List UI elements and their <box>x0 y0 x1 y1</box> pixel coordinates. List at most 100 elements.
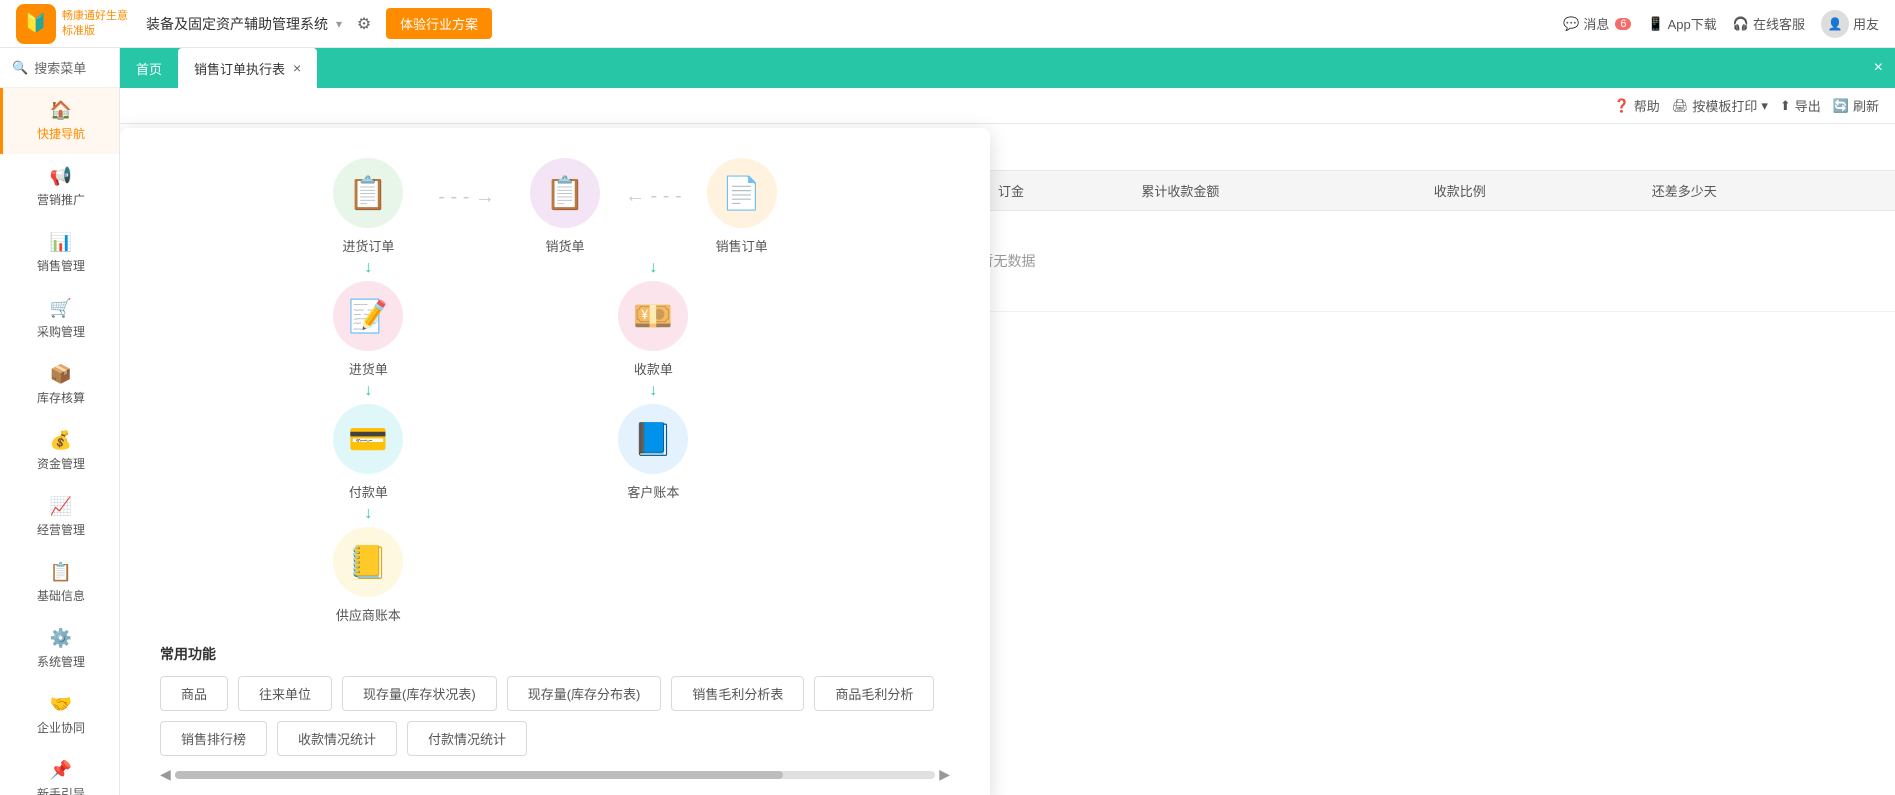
flow-item-sales-slip: 📋 销货单 <box>530 158 600 255</box>
purchase-slip-label: 进货单 <box>349 359 388 378</box>
trial-button[interactable]: 体验行业方案 <box>386 8 492 39</box>
settings-button[interactable]: ⚙ <box>350 10 378 38</box>
flow-item-purchase-order: 📋 进货订单 <box>333 158 403 255</box>
marketing-icon: 📢 <box>50 166 72 187</box>
message-icon: 💬 <box>1563 16 1579 32</box>
flow-item-sales-order: 📄 销售订单 <box>707 158 777 255</box>
sidebar-item-collaboration[interactable]: 🤝 企业协同 <box>0 682 119 748</box>
arrow-down-5: ↓ <box>649 382 657 400</box>
home-icon: 🏠 <box>50 100 72 121</box>
sidebar-item-management[interactable]: 📈 经营管理 <box>0 484 119 550</box>
sales-slip-icon: 📋 <box>530 158 600 228</box>
service-icon: 🎧 <box>1733 16 1749 32</box>
common-buttons-row2: 销售排行榜 收款情况统计 付款情况统计 <box>160 721 950 756</box>
download-icon: 📱 <box>1647 16 1663 32</box>
inventory-icon: 📦 <box>50 364 72 385</box>
tab-home[interactable]: 首页 <box>120 48 178 88</box>
common-btn-stock-dist[interactable]: 现存量(库存分布表) <box>507 676 662 711</box>
search-menu[interactable]: 🔍 搜索菜单 <box>0 48 119 88</box>
supplier-book-label: 供应商账本 <box>336 605 401 624</box>
header-right: 💬 消息 6 📱 App下载 🎧 在线客服 👤 用友 <box>1563 10 1879 38</box>
sidebar-item-marketing[interactable]: 📢 营销推广 <box>0 154 119 220</box>
purchase-order-icon: 📋 <box>333 158 403 228</box>
arrow-down-2: ↓ <box>364 382 372 400</box>
tab-bar: 首页 销售订单执行表 × × <box>120 48 1895 88</box>
flow-item-payment: 💳 付款单 <box>333 404 403 501</box>
sidebar-item-quick-nav[interactable]: 🏠 快捷导航 <box>0 88 119 154</box>
arrow-right-dashed: - - - → <box>438 186 495 209</box>
message-badge: 6 <box>1615 18 1631 30</box>
customer-book-icon: 📘 <box>618 404 688 474</box>
flow-item-customer-book: 📘 客户账本 <box>618 404 688 501</box>
sidebar: 🔍 搜索菜单 🏠 快捷导航 📢 营销推广 📊 销售管理 🛒 采购管理 📦 <box>0 48 120 795</box>
customer-book-label: 客户账本 <box>627 482 679 501</box>
online-service-button[interactable]: 🎧 在线客服 <box>1733 14 1805 33</box>
scroll-right-icon[interactable]: ▶ <box>939 766 950 783</box>
common-btn-product[interactable]: 商品 <box>160 676 228 711</box>
purchase-icon: 🛒 <box>50 298 72 319</box>
sidebar-item-basic-info[interactable]: 📋 基础信息 <box>0 550 119 616</box>
sidebar-item-system[interactable]: ⚙️ 系统管理 <box>0 616 119 682</box>
logo-icon: 🔰 <box>16 4 56 44</box>
flow-item-supplier-book: 📒 供应商账本 <box>333 527 403 624</box>
common-functions-title: 常用功能 <box>160 644 950 664</box>
user-menu[interactable]: 👤 用友 <box>1821 10 1879 38</box>
tab-sales-order[interactable]: 销售订单执行表 × <box>178 48 317 88</box>
logo-area: 🔰 畅康通好生意 标准版 <box>16 4 136 44</box>
purchase-slip-icon: 📝 <box>333 281 403 351</box>
sidebar-item-inventory[interactable]: 📦 库存核算 <box>0 352 119 418</box>
common-btn-partner[interactable]: 往来单位 <box>238 676 332 711</box>
modal-scrollbar: ◀ ▶ <box>160 766 950 783</box>
management-icon: 📈 <box>50 496 72 517</box>
page-content: ❓ 帮助 🖨 按模板打印 ▾ ⬆ 导出 🔄 刷新 <box>120 88 1895 795</box>
sidebar-item-sales[interactable]: 📊 销售管理 <box>0 220 119 286</box>
common-btn-stock-status[interactable]: 现存量(库存状况表) <box>342 676 497 711</box>
dropdown-arrow-icon[interactable]: ▾ <box>336 17 342 31</box>
common-btn-payment-stats[interactable]: 付款情况统计 <box>407 721 527 756</box>
arrow-left-dashed: ← - - - <box>625 185 682 208</box>
sidebar-item-finance[interactable]: 💰 资金管理 <box>0 418 119 484</box>
search-icon: 🔍 <box>12 60 28 76</box>
purchase-order-label: 进货订单 <box>342 236 394 255</box>
sales-order-label: 销售订单 <box>716 236 768 255</box>
arrow-down-4: ↓ <box>649 259 657 277</box>
common-buttons-row1: 商品 往来单位 现存量(库存状况表) 现存量(库存分布表) 销售毛利分析表 商品… <box>160 676 950 711</box>
sidebar-item-guide[interactable]: 📌 新手引导 <box>0 748 119 795</box>
receipt-icon: 💴 <box>618 281 688 351</box>
scroll-left-icon[interactable]: ◀ <box>160 766 171 783</box>
sales-slip-label: 销货单 <box>545 236 584 255</box>
guide-icon: 📌 <box>50 760 72 781</box>
quick-guide-modal: 📋 进货订单 ↓ 📝 进货单 ↓ 💳 <box>120 128 990 795</box>
common-btn-sales-profit[interactable]: 销售毛利分析表 <box>671 676 804 711</box>
collab-icon: 🤝 <box>50 694 72 715</box>
arrow-down-1: ↓ <box>364 259 372 277</box>
system-name: 装备及固定资产辅助管理系统 <box>146 14 328 34</box>
logo-text: 畅康通好生意 标准版 <box>62 9 128 38</box>
close-all-button[interactable]: × <box>1874 59 1895 77</box>
common-functions: 常用功能 商品 往来单位 现存量(库存状况表) 现存量(库存分布表) 销售毛利分… <box>160 644 950 756</box>
message-button[interactable]: 💬 消息 6 <box>1563 14 1631 33</box>
supplier-book-icon: 📒 <box>333 527 403 597</box>
receipt-label: 收款单 <box>634 359 673 378</box>
sales-icon: 📊 <box>50 232 72 253</box>
flow-item-purchase-slip: 📝 进货单 <box>333 281 403 378</box>
finance-icon: 💰 <box>50 430 72 451</box>
scroll-thumb[interactable] <box>175 771 783 779</box>
payment-label: 付款单 <box>349 482 388 501</box>
scroll-track[interactable] <box>175 771 935 779</box>
avatar: 👤 <box>1821 10 1849 38</box>
flow-item-receipt: 💴 收款单 <box>618 281 688 378</box>
common-btn-sales-rank[interactable]: 销售排行榜 <box>160 721 267 756</box>
arrow-down-3: ↓ <box>364 505 372 523</box>
system-icon: ⚙️ <box>50 628 72 649</box>
sidebar-item-purchase[interactable]: 🛒 采购管理 <box>0 286 119 352</box>
app-download-button[interactable]: 📱 App下载 <box>1647 14 1716 33</box>
modal-overlay: 📋 进货订单 ↓ 📝 进货单 ↓ 💳 <box>120 88 1895 795</box>
system-title: 装备及固定资产辅助管理系统 ▾ ⚙ 体验行业方案 <box>136 8 1563 39</box>
tab-close-button[interactable]: × <box>293 60 301 76</box>
common-btn-product-profit[interactable]: 商品毛利分析 <box>814 676 934 711</box>
sales-order-icon: 📄 <box>707 158 777 228</box>
payment-icon: 💳 <box>333 404 403 474</box>
common-btn-receipt-stats[interactable]: 收款情况统计 <box>277 721 397 756</box>
basic-info-icon: 📋 <box>50 562 72 583</box>
